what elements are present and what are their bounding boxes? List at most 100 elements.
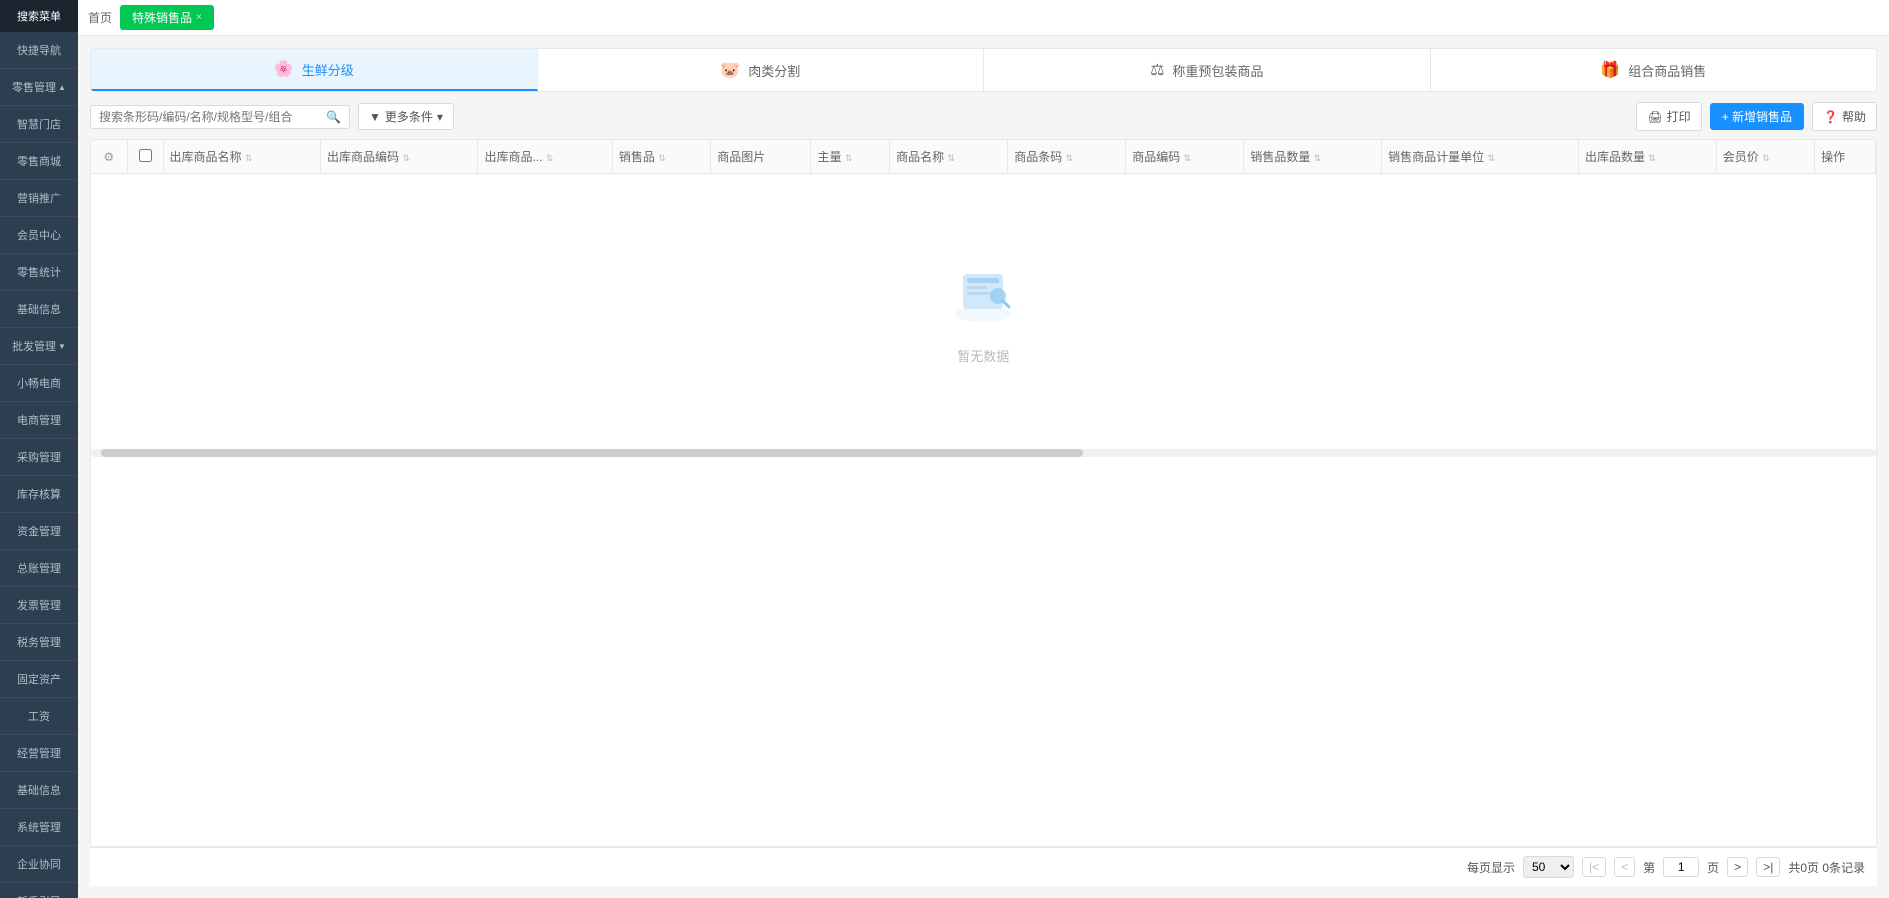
- search-input[interactable]: [99, 110, 322, 124]
- toolbar: 🔍 ▼ 更多条件 ▾ 🖨 打印 + 新增销售品 ❓ 帮助: [90, 102, 1877, 131]
- help-button[interactable]: ❓ 帮助: [1812, 102, 1877, 131]
- filter-icon: ▼: [369, 110, 381, 124]
- search-icon: 🔍: [326, 110, 341, 124]
- sidebar-item-marketing[interactable]: 营销推广: [0, 180, 78, 217]
- sidebar-item-retail-mall[interactable]: 零售商城: [0, 143, 78, 180]
- meat-cutting-icon: 🐷: [720, 60, 740, 80]
- tab-meat-cutting[interactable]: 🐷 肉类分割: [538, 49, 985, 91]
- search-box[interactable]: 🔍: [90, 105, 350, 129]
- sidebar-item-fixed-assets[interactable]: 固定资产: [0, 661, 78, 698]
- per-page-select[interactable]: 10 20 50 100: [1523, 856, 1574, 878]
- tab-row: 🌸 生鲜分级 🐷 肉类分割 ⚖ 称重预包装商品 🎁 组合商品销售: [90, 48, 1877, 92]
- sidebar-item-purchase-mgmt[interactable]: 采购管理: [0, 439, 78, 476]
- sidebar-item-fund-mgmt[interactable]: 资金管理: [0, 513, 78, 550]
- sidebar-item-wholesale-mgmt[interactable]: 批发管理 ▼: [0, 328, 78, 365]
- sidebar-search-label: 搜索菜单: [17, 11, 61, 23]
- prev-page-button[interactable]: <: [1614, 857, 1635, 877]
- per-page-label: 每页显示: [1467, 859, 1515, 876]
- select-all-checkbox[interactable]: [139, 149, 152, 162]
- sidebar-item-company-agreement[interactable]: 企业协同: [0, 846, 78, 883]
- sidebar-item-retail-mgmt[interactable]: 零售管理 ▲: [0, 69, 78, 106]
- fresh-grading-icon: 🌸: [274, 59, 294, 79]
- sidebar-item-inventory[interactable]: 库存核算: [0, 476, 78, 513]
- page-label-before: 第: [1643, 859, 1655, 876]
- toolbar-left: 🔍 ▼ 更多条件 ▾: [90, 103, 454, 130]
- sidebar-item-basic-info2[interactable]: 基础信息: [0, 772, 78, 809]
- sidebar-item-retail-stats[interactable]: 零售统计: [0, 254, 78, 291]
- th-barcode[interactable]: 商品条码 ⇅: [1008, 140, 1126, 174]
- tab-combo-sales[interactable]: 🎁 组合商品销售: [1431, 49, 1877, 91]
- horizontal-scrollbar[interactable]: [91, 449, 1876, 457]
- print-button[interactable]: 🖨 打印: [1636, 102, 1701, 131]
- sidebar-item-invoice-mgmt[interactable]: 发票管理: [0, 587, 78, 624]
- first-page-button[interactable]: |<: [1582, 857, 1606, 877]
- th-sale-item[interactable]: 销售品 ⇅: [612, 140, 710, 174]
- sort-icon: ⇅: [1066, 153, 1074, 163]
- data-table: ⚙ 出库商品名称 ⇅ 出库商品编码 ⇅ 出库商品... ⇅ 销售品 ⇅ 商品图片…: [91, 140, 1876, 445]
- last-page-button[interactable]: >|: [1756, 857, 1780, 877]
- chevron-down-icon: ▲: [58, 83, 66, 92]
- th-out-name[interactable]: 出库商品名称 ⇅: [163, 140, 320, 174]
- sort-icon: ⇅: [546, 153, 554, 163]
- nav-home[interactable]: 首页: [88, 9, 112, 26]
- scale-prepack-icon: ⚖: [1150, 60, 1164, 80]
- page-number-input[interactable]: [1663, 857, 1699, 877]
- th-product-img[interactable]: 商品图片: [711, 140, 811, 174]
- page-label: 页: [1707, 859, 1719, 876]
- th-product-code[interactable]: 商品编码 ⇅: [1126, 140, 1244, 174]
- page-body: 🌸 生鲜分级 🐷 肉类分割 ⚖ 称重预包装商品 🎁 组合商品销售 🔍: [78, 36, 1889, 898]
- sort-icon: ⇅: [1184, 153, 1192, 163]
- sidebar-item-quick-nav[interactable]: 快捷导航: [0, 32, 78, 69]
- print-icon: 🖨: [1647, 110, 1662, 124]
- help-icon: ❓: [1823, 110, 1838, 124]
- tab-fresh-grading[interactable]: 🌸 生鲜分级: [91, 49, 538, 91]
- th-setting[interactable]: ⚙: [91, 140, 127, 174]
- sort-icon: ⇅: [947, 153, 955, 163]
- sidebar-item-ecom-mgmt[interactable]: 电商管理: [0, 402, 78, 439]
- sidebar: 搜索菜单 快捷导航 零售管理 ▲ 智慧门店 零售商城 营销推广 会员中心 零售统…: [0, 0, 78, 898]
- sidebar-item-tax-mgmt[interactable]: 税务管理: [0, 624, 78, 661]
- pagination-bar: 每页显示 10 20 50 100 |< < 第 页 > >| 共0页 0条记录: [90, 847, 1877, 886]
- total-label: 共0页 0条记录: [1788, 859, 1865, 876]
- sort-icon: ⇅: [245, 153, 253, 163]
- sidebar-item-system-mgmt[interactable]: 系统管理: [0, 809, 78, 846]
- th-out-code[interactable]: 出库商品编码 ⇅: [320, 140, 477, 174]
- add-button[interactable]: + 新增销售品: [1710, 103, 1804, 130]
- close-icon[interactable]: ×: [196, 12, 202, 23]
- th-sale-unit[interactable]: 销售商品计量单位 ⇅: [1382, 140, 1579, 174]
- sidebar-item-general-ledger[interactable]: 总账管理: [0, 550, 78, 587]
- filter-button[interactable]: ▼ 更多条件 ▾: [358, 103, 454, 130]
- sidebar-item-member-center[interactable]: 会员中心: [0, 217, 78, 254]
- th-product-name[interactable]: 商品名称 ⇅: [890, 140, 1008, 174]
- sidebar-item-basic-info[interactable]: 基础信息: [0, 291, 78, 328]
- sort-icon: ⇅: [402, 153, 410, 163]
- th-operation: 操作: [1815, 140, 1876, 174]
- sort-icon: ⇅: [658, 153, 666, 163]
- sort-icon: ⇅: [1762, 153, 1770, 163]
- sort-icon: ⇅: [845, 153, 853, 163]
- sidebar-search[interactable]: 搜索菜单: [0, 0, 78, 32]
- sidebar-item-smart-store[interactable]: 智慧门店: [0, 106, 78, 143]
- sidebar-item-ops-mgmt[interactable]: 经营管理: [0, 735, 78, 772]
- th-out-qty[interactable]: 出库品数量 ⇅: [1578, 140, 1716, 174]
- top-nav: 首页 特殊销售品 ×: [78, 0, 1889, 36]
- sidebar-item-salary[interactable]: 工资: [0, 698, 78, 735]
- sidebar-item-newbie[interactable]: 新手引导: [0, 883, 78, 898]
- chevron-down-icon: ▼: [58, 342, 66, 351]
- th-out-spec[interactable]: 出库商品... ⇅: [478, 140, 612, 174]
- th-sale-qty[interactable]: 销售品数量 ⇅: [1244, 140, 1382, 174]
- empty-icon: [943, 254, 1023, 334]
- next-page-button[interactable]: >: [1727, 857, 1748, 877]
- sort-icon: ⇅: [1314, 153, 1322, 163]
- th-member-price[interactable]: 会员价 ⇅: [1716, 140, 1814, 174]
- th-main-weight[interactable]: 主量 ⇅: [811, 140, 890, 174]
- main-content: 首页 特殊销售品 × 🌸 生鲜分级 🐷 肉类分割 ⚖ 称重预包装商品 🎁 组合商…: [78, 0, 1889, 898]
- th-checkbox[interactable]: [127, 140, 163, 174]
- nav-tab-special-sales[interactable]: 特殊销售品 ×: [120, 5, 214, 30]
- toolbar-right: 🖨 打印 + 新增销售品 ❓ 帮助: [1636, 102, 1877, 131]
- sidebar-item-mini-ecom[interactable]: 小畅电商: [0, 365, 78, 402]
- scrollbar-thumb[interactable]: [101, 449, 1083, 457]
- tab-scale-prepack[interactable]: ⚖ 称重预包装商品: [984, 49, 1431, 91]
- data-table-container: ⚙ 出库商品名称 ⇅ 出库商品编码 ⇅ 出库商品... ⇅ 销售品 ⇅ 商品图片…: [90, 139, 1877, 847]
- empty-text: 暂无数据: [957, 346, 1009, 365]
